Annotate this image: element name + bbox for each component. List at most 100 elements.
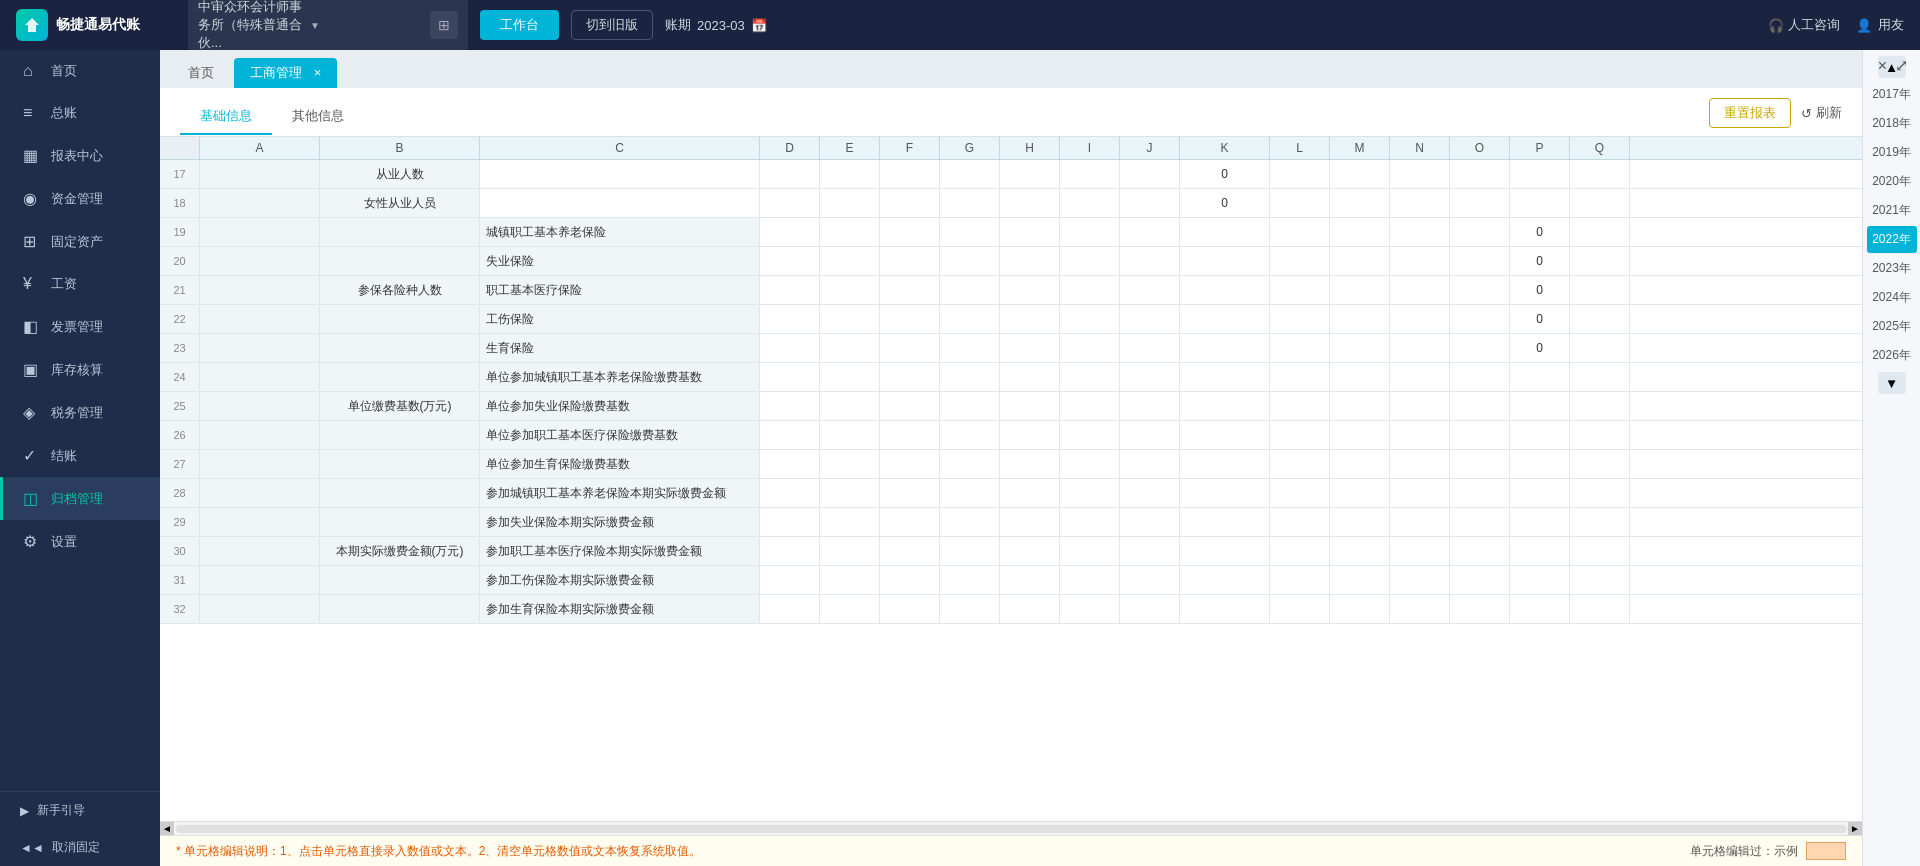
cell-23-J[interactable] — [1120, 334, 1180, 362]
cell-31-K[interactable] — [1180, 566, 1270, 594]
sidebar-item-assets[interactable]: ⊞ 固定资产 — [0, 220, 160, 263]
cell-24-M[interactable] — [1330, 363, 1390, 391]
cell-17-D[interactable] — [760, 160, 820, 188]
ai-consult[interactable]: 🎧 人工咨询 — [1768, 16, 1840, 34]
cell-26-I[interactable] — [1060, 421, 1120, 449]
cell-24-J[interactable] — [1120, 363, 1180, 391]
cell-25-J[interactable] — [1120, 392, 1180, 420]
cell-29-N[interactable] — [1390, 508, 1450, 536]
cell-19-P[interactable]: 0 — [1510, 218, 1570, 246]
cell-17-F[interactable] — [880, 160, 940, 188]
cell-20-L[interactable] — [1270, 247, 1330, 275]
cell-27-I[interactable] — [1060, 450, 1120, 478]
cell-24-O[interactable] — [1450, 363, 1510, 391]
cell-20-N[interactable] — [1390, 247, 1450, 275]
cell-27-C[interactable]: 单位参加生育保险缴费基数 — [480, 450, 760, 478]
sidebar-item-inventory[interactable]: ▣ 库存核算 — [0, 348, 160, 391]
cell-29-L[interactable] — [1270, 508, 1330, 536]
cell-32-E[interactable] — [820, 595, 880, 623]
cell-31-C[interactable]: 参加工伤保险本期实际缴费金额 — [480, 566, 760, 594]
cell-19-H[interactable] — [1000, 218, 1060, 246]
cell-24-P[interactable] — [1510, 363, 1570, 391]
cell-32-A[interactable] — [200, 595, 320, 623]
cell-25-M[interactable] — [1330, 392, 1390, 420]
cell-17-K[interactable]: 0 — [1180, 160, 1270, 188]
cell-22-G[interactable] — [940, 305, 1000, 333]
year-item-2021[interactable]: 2021年 — [1867, 197, 1917, 224]
cell-24-H[interactable] — [1000, 363, 1060, 391]
cell-31-I[interactable] — [1060, 566, 1120, 594]
cell-32-K[interactable] — [1180, 595, 1270, 623]
cell-27-G[interactable] — [940, 450, 1000, 478]
cell-32-H[interactable] — [1000, 595, 1060, 623]
cell-18-A[interactable] — [200, 189, 320, 217]
sidebar-item-unfix[interactable]: ◄◄ 取消固定 — [0, 829, 160, 866]
cell-24-A[interactable] — [200, 363, 320, 391]
sidebar-item-tax[interactable]: ◈ 税务管理 — [0, 391, 160, 434]
cell-22-F[interactable] — [880, 305, 940, 333]
cell-19-J[interactable] — [1120, 218, 1180, 246]
cell-17-P[interactable] — [1510, 160, 1570, 188]
window-expand-button[interactable]: ⤢ — [1895, 56, 1908, 75]
year-item-2018[interactable]: 2018年 — [1867, 110, 1917, 137]
cell-27-H[interactable] — [1000, 450, 1060, 478]
workbench-button[interactable]: 工作台 — [480, 10, 559, 40]
cell-19-Q[interactable] — [1570, 218, 1630, 246]
cell-20-D[interactable] — [760, 247, 820, 275]
cell-31-P[interactable] — [1510, 566, 1570, 594]
cell-29-O[interactable] — [1450, 508, 1510, 536]
cell-24-G[interactable] — [940, 363, 1000, 391]
cell-29-Q[interactable] — [1570, 508, 1630, 536]
cell-20-I[interactable] — [1060, 247, 1120, 275]
cell-28-K[interactable] — [1180, 479, 1270, 507]
cell-19-M[interactable] — [1330, 218, 1390, 246]
cell-23-M[interactable] — [1330, 334, 1390, 362]
cell-30-E[interactable] — [820, 537, 880, 565]
cell-32-B[interactable] — [320, 595, 480, 623]
cell-29-K[interactable] — [1180, 508, 1270, 536]
cell-21-J[interactable] — [1120, 276, 1180, 304]
cell-19-E[interactable] — [820, 218, 880, 246]
sidebar-item-invoice[interactable]: ◧ 发票管理 — [0, 305, 160, 348]
cell-21-O[interactable] — [1450, 276, 1510, 304]
cell-23-N[interactable] — [1390, 334, 1450, 362]
cell-32-I[interactable] — [1060, 595, 1120, 623]
year-item-2022[interactable]: 2022年 — [1867, 226, 1917, 253]
cell-29-F[interactable] — [880, 508, 940, 536]
cell-27-F[interactable] — [880, 450, 940, 478]
cell-19-K[interactable] — [1180, 218, 1270, 246]
cell-21-K[interactable] — [1180, 276, 1270, 304]
cell-17-M[interactable] — [1330, 160, 1390, 188]
cell-32-F[interactable] — [880, 595, 940, 623]
cell-26-O[interactable] — [1450, 421, 1510, 449]
cell-25-D[interactable] — [760, 392, 820, 420]
horizontal-scrollbar[interactable]: ◄ ► — [160, 821, 1862, 835]
cell-22-I[interactable] — [1060, 305, 1120, 333]
cell-32-C[interactable]: 参加生育保险本期实际缴费金额 — [480, 595, 760, 623]
cell-26-G[interactable] — [940, 421, 1000, 449]
cell-26-P[interactable] — [1510, 421, 1570, 449]
cell-28-Q[interactable] — [1570, 479, 1630, 507]
cell-28-D[interactable] — [760, 479, 820, 507]
cell-20-E[interactable] — [820, 247, 880, 275]
cell-30-J[interactable] — [1120, 537, 1180, 565]
cell-20-G[interactable] — [940, 247, 1000, 275]
cell-27-K[interactable] — [1180, 450, 1270, 478]
cell-24-N[interactable] — [1390, 363, 1450, 391]
cell-26-M[interactable] — [1330, 421, 1390, 449]
cell-19-C[interactable]: 城镇职工基本养老保险 — [480, 218, 760, 246]
cell-18-O[interactable] — [1450, 189, 1510, 217]
cell-22-N[interactable] — [1390, 305, 1450, 333]
cell-25-Q[interactable] — [1570, 392, 1630, 420]
cell-17-L[interactable] — [1270, 160, 1330, 188]
cell-23-K[interactable] — [1180, 334, 1270, 362]
cell-29-I[interactable] — [1060, 508, 1120, 536]
cell-27-L[interactable] — [1270, 450, 1330, 478]
cell-22-D[interactable] — [760, 305, 820, 333]
sidebar-item-newbie[interactable]: ▶ 新手引导 — [0, 792, 160, 829]
cell-23-G[interactable] — [940, 334, 1000, 362]
window-close-button[interactable]: × — [1878, 56, 1887, 75]
cell-19-O[interactable] — [1450, 218, 1510, 246]
cell-21-I[interactable] — [1060, 276, 1120, 304]
cell-23-I[interactable] — [1060, 334, 1120, 362]
